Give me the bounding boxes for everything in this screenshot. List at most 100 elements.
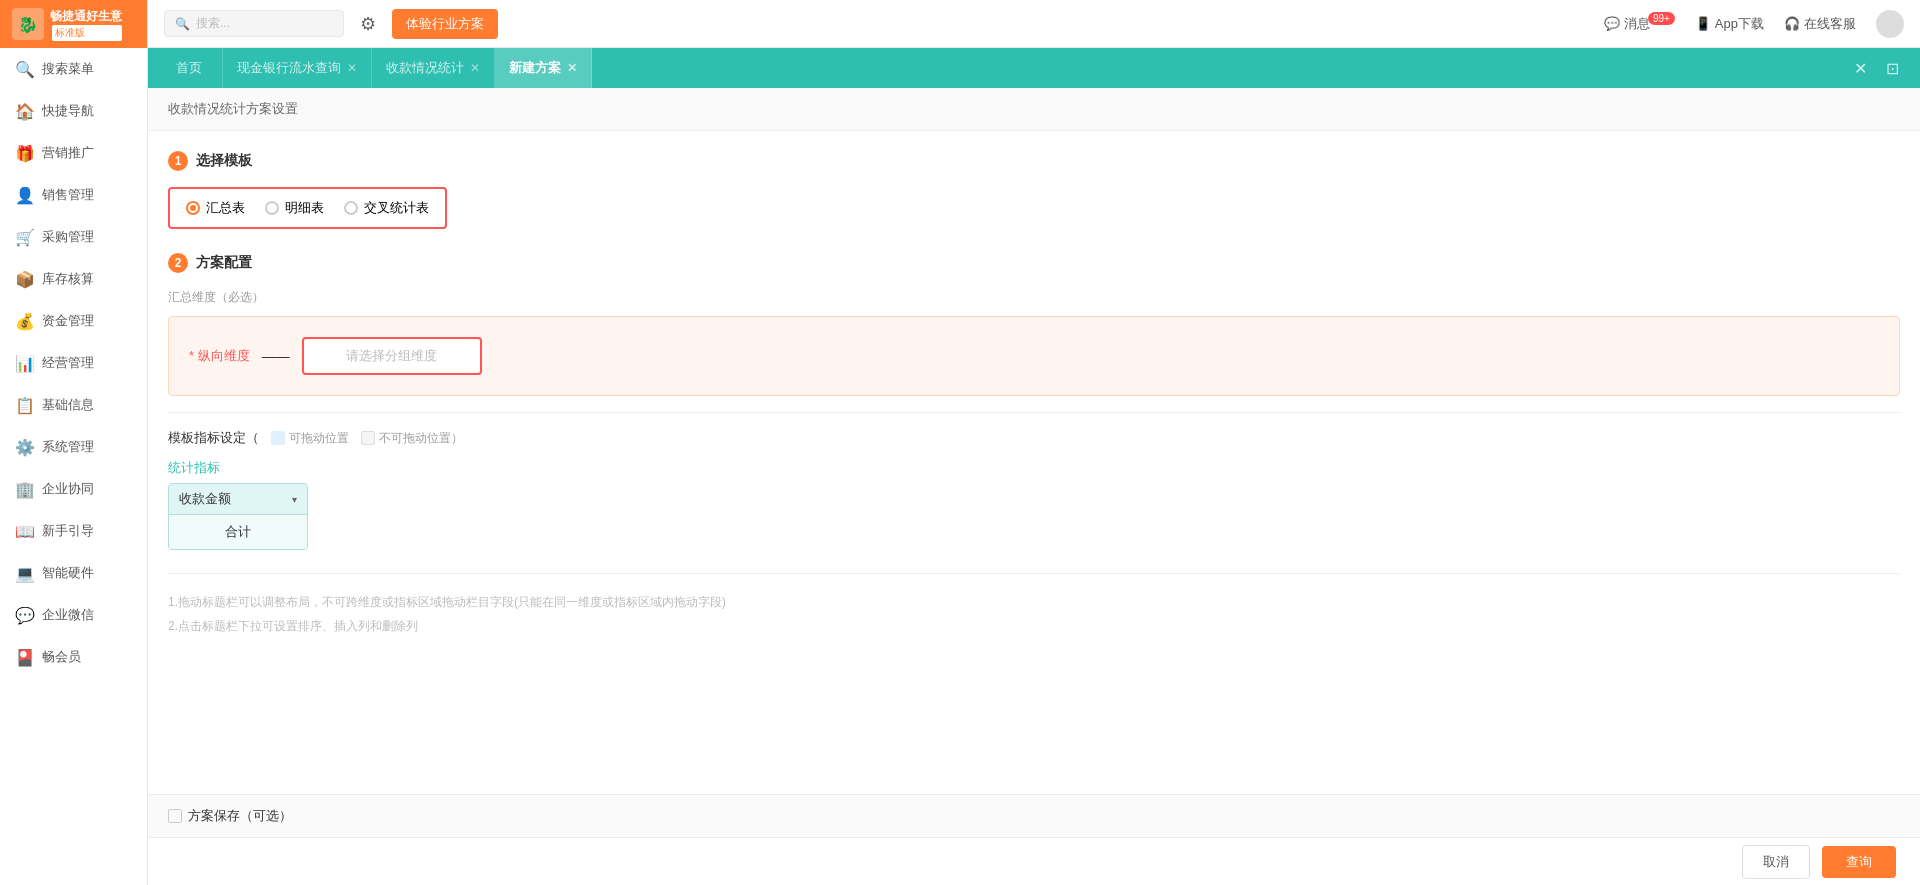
sidebar-item-marketing[interactable]: 🎁 营销推广	[0, 132, 147, 174]
tabbar: 首页 现金银行流水查询 ✕ 收款情况统计 ✕ 新建方案 ✕ ✕ ⊡	[148, 48, 1920, 88]
home-icon: 🏠	[16, 102, 34, 120]
sidebar-item-guide[interactable]: 📖 新手引导	[0, 510, 147, 552]
sidebar-item-basic-info[interactable]: 📋 基础信息	[0, 384, 147, 426]
sidebar-item-operation[interactable]: 📊 经营管理	[0, 342, 147, 384]
movable-dot	[271, 431, 285, 445]
metrics-grid: 统计指标 收款金额 ▾ 合计	[168, 459, 308, 550]
book-icon: 📖	[16, 522, 34, 540]
topbar: 🔍 搜索... ⚙ 体验行业方案 💬 消息 99+ 📱 App下载 🎧 在线客服	[148, 0, 1920, 48]
step1-title: 选择模板	[196, 152, 252, 170]
sidebar: 🐉 畅捷通好生意 标准版 🔍 搜索菜单 🏠 快捷导航 🎁 营销推广 👤 销售管理…	[0, 0, 148, 885]
close-window-btn[interactable]: ✕	[1848, 56, 1872, 80]
dimension-area: * 纵向维度 —— 请选择分组维度	[168, 316, 1900, 396]
settings-icon[interactable]: ⚙	[360, 13, 376, 35]
query-button[interactable]: 查询	[1822, 846, 1896, 878]
tip2: 2.点击标题栏下拉可设置排序、插入列和删除列	[168, 614, 1900, 638]
sidebar-item-system[interactable]: ⚙️ 系统管理	[0, 426, 147, 468]
vertical-dimension-label: * 纵向维度	[189, 347, 250, 365]
radio-circle-detail	[265, 201, 279, 215]
search-menu-icon: 🔍	[16, 60, 34, 78]
online-service-btn[interactable]: 🎧 在线客服	[1784, 15, 1856, 33]
avatar[interactable]	[1876, 10, 1904, 38]
logo-icon: 🐉	[12, 8, 44, 40]
page-title: 收款情况统计方案设置	[168, 101, 298, 116]
metrics-card-header[interactable]: 收款金额 ▾	[169, 484, 307, 515]
save-checkbox-label[interactable]: 方案保存（可选）	[168, 807, 292, 825]
user-icon: 👤	[16, 186, 34, 204]
radio-circle-cross	[344, 201, 358, 215]
sidebar-item-sales[interactable]: 👤 销售管理	[0, 174, 147, 216]
fixed-dot	[361, 431, 375, 445]
metrics-header: 统计指标	[168, 459, 308, 477]
box-icon: 📦	[16, 270, 34, 288]
sidebar-item-finance[interactable]: 💰 资金管理	[0, 300, 147, 342]
gear-icon: ⚙️	[16, 438, 34, 456]
sidebar-item-hardware[interactable]: 💻 智能硬件	[0, 552, 147, 594]
metrics-section: 模板指标设定（ 可拖动位置 不可拖动位置）	[168, 412, 1900, 553]
phone-icon: 📱	[1695, 16, 1711, 31]
radio-summary[interactable]: 汇总表	[186, 199, 245, 217]
search-input[interactable]: 🔍 搜索...	[164, 10, 344, 37]
topbar-right: 💬 消息 99+ 📱 App下载 🎧 在线客服	[1604, 10, 1904, 38]
sidebar-item-enterprise[interactable]: 🏢 企业协同	[0, 468, 147, 510]
headset-icon: 🎧	[1784, 16, 1800, 31]
arrow-icon: ——	[262, 348, 290, 364]
sidebar-item-purchase[interactable]: 🛒 采购管理	[0, 216, 147, 258]
step2-num: 2	[168, 253, 188, 273]
tab-receipt-stats[interactable]: 收款情况统计 ✕	[372, 48, 495, 88]
industry-btn[interactable]: 体验行业方案	[392, 9, 498, 39]
bell-icon: 💬	[1604, 16, 1620, 31]
dimension-row: * 纵向维度 —— 请选择分组维度	[189, 337, 1879, 375]
sidebar-item-search-menu[interactable]: 🔍 搜索菜单	[0, 48, 147, 90]
sidebar-item-inventory[interactable]: 📦 库存核算	[0, 258, 147, 300]
step1-label: 1 选择模板	[168, 151, 1900, 171]
bottom-bar: 取消 查询	[148, 837, 1920, 885]
step2-label: 2 方案配置	[168, 253, 1900, 273]
radio-detail[interactable]: 明细表	[265, 199, 324, 217]
step1-num: 1	[168, 151, 188, 171]
clipboard-icon: 📋	[16, 396, 34, 414]
dimension-select[interactable]: 请选择分组维度	[302, 337, 482, 375]
tab-bank-flow[interactable]: 现金银行流水查询 ✕	[223, 48, 372, 88]
metrics-label: 模板指标设定（ 可拖动位置 不可拖动位置）	[168, 429, 1900, 447]
notification-btn[interactable]: 💬 消息 99+	[1604, 15, 1675, 33]
tab-close-new-plan[interactable]: ✕	[567, 61, 577, 75]
radio-circle-summary	[186, 201, 200, 215]
tab-close-bank-flow[interactable]: ✕	[347, 61, 357, 75]
chevron-down-icon: ▾	[292, 494, 297, 505]
radio-cross[interactable]: 交叉统计表	[344, 199, 429, 217]
tab-home[interactable]: 首页	[156, 48, 223, 88]
chat-icon: 💬	[16, 606, 34, 624]
metrics-hint: 可拖动位置 不可拖动位置）	[271, 430, 463, 447]
step2-title: 方案配置	[196, 254, 252, 272]
laptop-icon: 💻	[16, 564, 34, 582]
sidebar-item-wechat[interactable]: 💬 企业微信	[0, 594, 147, 636]
tabbar-actions: ✕ ⊡	[1848, 56, 1912, 80]
metrics-card-body: 合计	[169, 515, 307, 549]
template-selection: 汇总表 明细表 交叉统计表	[168, 187, 447, 229]
save-checkbox[interactable]	[168, 809, 182, 823]
fixed-hint: 不可拖动位置）	[361, 430, 463, 447]
radio-group-template: 汇总表 明细表 交叉统计表	[186, 199, 429, 217]
sidebar-item-quick-nav[interactable]: 🏠 快捷导航	[0, 90, 147, 132]
tip1: 1.拖动标题栏可以调整布局，不可跨维度或指标区域拖动栏目字段(只能在同一维度或指…	[168, 590, 1900, 614]
cancel-button[interactable]: 取消	[1742, 845, 1810, 879]
tab-close-receipt-stats[interactable]: ✕	[470, 61, 480, 75]
sidebar-logo: 🐉 畅捷通好生意 标准版	[0, 0, 147, 48]
cart-icon: 🛒	[16, 228, 34, 246]
step2-section: 2 方案配置 汇总维度（必选） * 纵向维度 —— 请选择分组维度	[168, 253, 1900, 638]
page-header: 收款情况统计方案设置	[148, 88, 1920, 131]
main-area: 🔍 搜索... ⚙ 体验行业方案 💬 消息 99+ 📱 App下载 🎧 在线客服	[148, 0, 1920, 885]
dimension-label: 汇总维度（必选）	[168, 289, 1900, 306]
logo-text: 畅捷通好生意 标准版	[50, 8, 122, 41]
gift-icon: 🎁	[16, 144, 34, 162]
content-area: 收款情况统计方案设置 1 选择模板 汇总表 明细表	[148, 88, 1920, 837]
sidebar-nav: 🔍 搜索菜单 🏠 快捷导航 🎁 营销推广 👤 销售管理 🛒 采购管理 📦 库存核…	[0, 48, 147, 885]
tab-new-plan[interactable]: 新建方案 ✕	[495, 48, 592, 88]
card-icon: 🎴	[16, 648, 34, 666]
sidebar-item-member[interactable]: 🎴 畅会员	[0, 636, 147, 678]
building-icon: 🏢	[16, 480, 34, 498]
search-icon: 🔍	[175, 17, 190, 31]
app-download-btn[interactable]: 📱 App下载	[1695, 15, 1764, 33]
maximize-btn[interactable]: ⊡	[1880, 56, 1904, 80]
